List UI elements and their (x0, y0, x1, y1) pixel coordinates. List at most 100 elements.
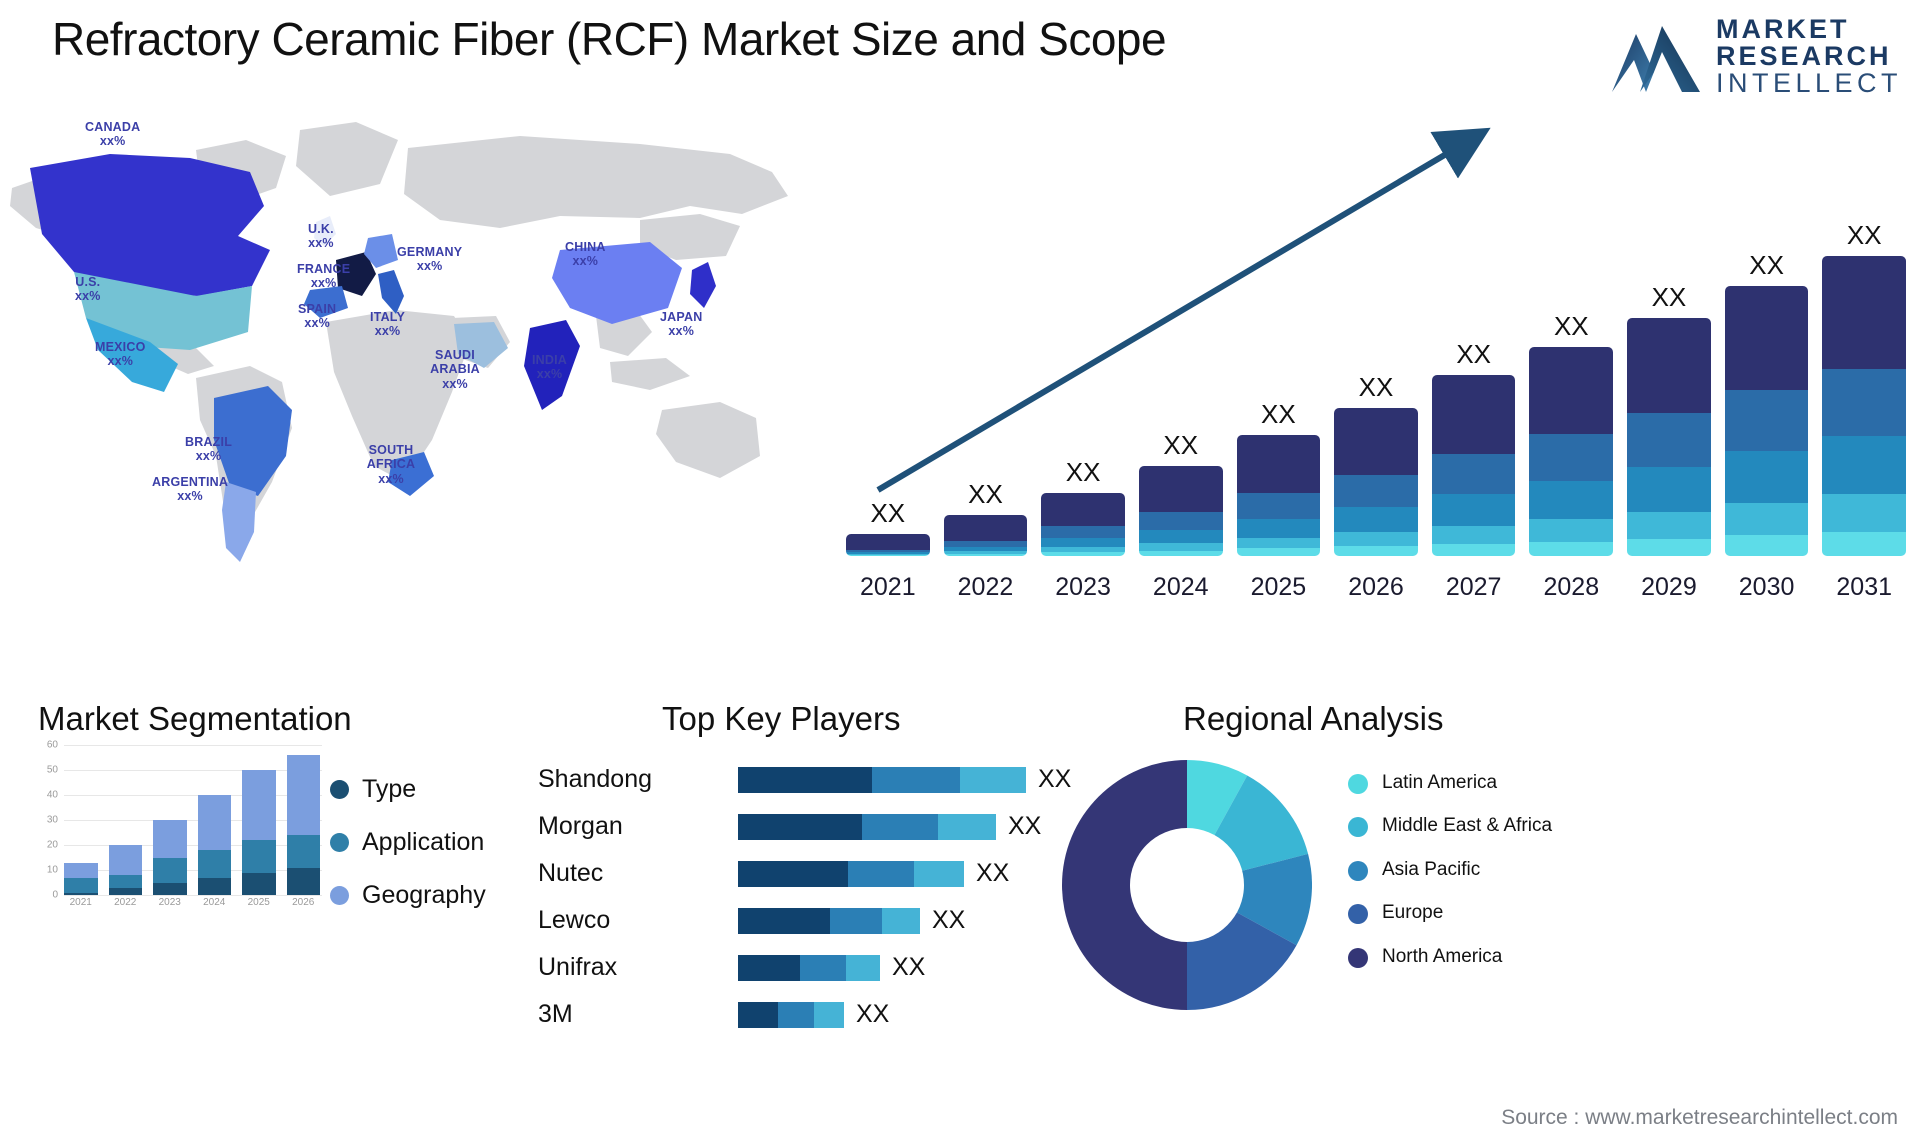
map-label-name: ITALY (370, 310, 406, 324)
growth-bar-chart: XX XX XX XX XX XX XX XX XX XX XX 2021 2022 2023 2024 2… (830, 118, 1920, 618)
players-title: Top Key Players (662, 700, 901, 737)
regional-legend-item: Middle East & Africa (1348, 815, 1553, 838)
segmentation-bar-segment (197, 877, 231, 895)
legend-color-dot (1348, 947, 1368, 968)
key-player-bar-segment (738, 860, 848, 887)
key-player-row: Unifrax XX (530, 948, 1130, 987)
segmentation-bar-segment (242, 840, 276, 873)
legend-label: Geography (362, 881, 486, 909)
map-label-japan: JAPAN xx% (660, 310, 702, 339)
growth-bar-segment (1431, 375, 1516, 455)
key-player-bar (738, 860, 964, 887)
growth-bar-column: XX (1724, 196, 1809, 556)
map-label-value: xx% (572, 254, 599, 269)
key-player-row: Shandong XX (530, 760, 1130, 799)
growth-bar-segment (1627, 413, 1711, 468)
segmentation-bar-segment (197, 795, 231, 850)
map-label-value: xx% (374, 324, 401, 339)
key-player-bar-segment (862, 813, 938, 840)
growth-stacked-bar (1041, 492, 1125, 556)
map-label-value: xx% (668, 324, 695, 339)
growth-value-label: XX (870, 497, 906, 528)
map-label-value: xx% (310, 276, 337, 291)
segmentation-bar-segment (64, 862, 98, 878)
growth-bar-segment (1627, 317, 1711, 414)
key-player-bar-segment (914, 860, 964, 887)
key-player-name: 3M (538, 1000, 573, 1028)
growth-stacked-bar (1334, 407, 1418, 556)
map-label-mexico: MEXICO xx% (95, 340, 146, 369)
map-label-name: SPAIN (298, 302, 337, 316)
segmentation-bar-segment (108, 887, 142, 895)
legend-color-dot (330, 780, 349, 799)
segmentation-bar-segment (153, 857, 187, 883)
growth-value-label: XX (1261, 398, 1296, 429)
growth-bar-segment (1431, 494, 1516, 526)
growth-bar-segment (1334, 407, 1418, 475)
key-player-name: Unifrax (538, 953, 618, 981)
growth-bar-segment (1627, 467, 1711, 512)
growth-year-label: 2022 (957, 573, 1014, 601)
key-player-bar (738, 954, 880, 981)
logo-line-3: INTELLECT (1715, 68, 1902, 98)
key-player-bar-segment (814, 1001, 844, 1028)
key-player-bar (738, 813, 996, 840)
segmentation-y-tick: 30 (46, 814, 58, 826)
key-player-row: 3M XX (530, 995, 1130, 1034)
growth-year-label: 2024 (1152, 573, 1209, 601)
growth-bar-segment (1041, 492, 1125, 527)
key-player-bar-segment (738, 954, 800, 981)
legend-label: Middle East & Africa (1382, 815, 1553, 837)
growth-bar-segment (1431, 525, 1516, 545)
map-label-name: BRAZIL (185, 435, 233, 449)
growth-bar-segment (1236, 537, 1321, 549)
key-player-bar (738, 766, 1026, 793)
segmentation-bars (64, 745, 320, 895)
map-label-name: U.S. (75, 275, 101, 289)
segmentation-x-label: 2025 (247, 897, 270, 908)
segmentation-bar-segment (64, 877, 98, 893)
growth-stacked-bar (943, 515, 1028, 556)
segmentation-title: Market Segmentation (38, 700, 352, 737)
key-player-bar-segment (778, 1001, 814, 1028)
page-title: Refractory Ceramic Fiber (RCF) Market Si… (52, 13, 1167, 65)
segmentation-bar-segment (242, 770, 276, 840)
segmentation-bar-column (64, 745, 98, 895)
segmentation-bar-column (153, 745, 187, 895)
growth-bar-segment (1138, 543, 1223, 551)
growth-bar-segment (1138, 530, 1223, 543)
growth-bar-segment (1431, 454, 1516, 495)
regional-legend: Latin America Middle East & Africa Asia Pa… (1348, 772, 1552, 989)
key-player-value: XX (1008, 812, 1042, 840)
growth-bar-segment (1724, 286, 1809, 391)
key-player-value: XX (976, 859, 1010, 887)
segmentation-y-tick: 20 (46, 839, 58, 851)
key-player-name: Morgan (538, 812, 623, 840)
map-label-name: U.K. (308, 222, 334, 236)
regional-donut-svg (1062, 760, 1312, 1010)
growth-bar-column: XX (1529, 196, 1614, 556)
growth-bar-segment (1822, 435, 1907, 495)
segmentation-y-tick: 50 (46, 764, 58, 776)
growth-bar-column: XX (1627, 196, 1711, 556)
map-label-uk: U.K. xx% (308, 222, 334, 251)
segmentation-x-label: 2026 (292, 897, 315, 908)
growth-bar-segment (846, 554, 930, 556)
map-label-value: xx% (442, 376, 468, 391)
growth-stacked-bar (1822, 256, 1907, 556)
logo-line-1: MARKET (1715, 14, 1850, 44)
legend-label: North America (1382, 945, 1503, 967)
map-label-value: xx% (416, 259, 443, 274)
legend-color-dot (1348, 774, 1368, 794)
key-player-bar-segment (738, 1001, 778, 1028)
growth-bar-segment (1822, 368, 1907, 436)
segmentation-legend-item: Application (330, 828, 486, 857)
legend-color-dot (1348, 904, 1368, 925)
segmentation-x-label: 2021 (69, 897, 92, 908)
map-label-value: xx% (378, 471, 404, 486)
growth-bar-segment (1529, 433, 1614, 482)
growth-bar-segment (943, 515, 1028, 542)
map-label-brazil: BRAZIL xx% (185, 435, 232, 464)
legend-color-dot (330, 833, 349, 852)
map-label-name: FRANCE (297, 262, 351, 276)
